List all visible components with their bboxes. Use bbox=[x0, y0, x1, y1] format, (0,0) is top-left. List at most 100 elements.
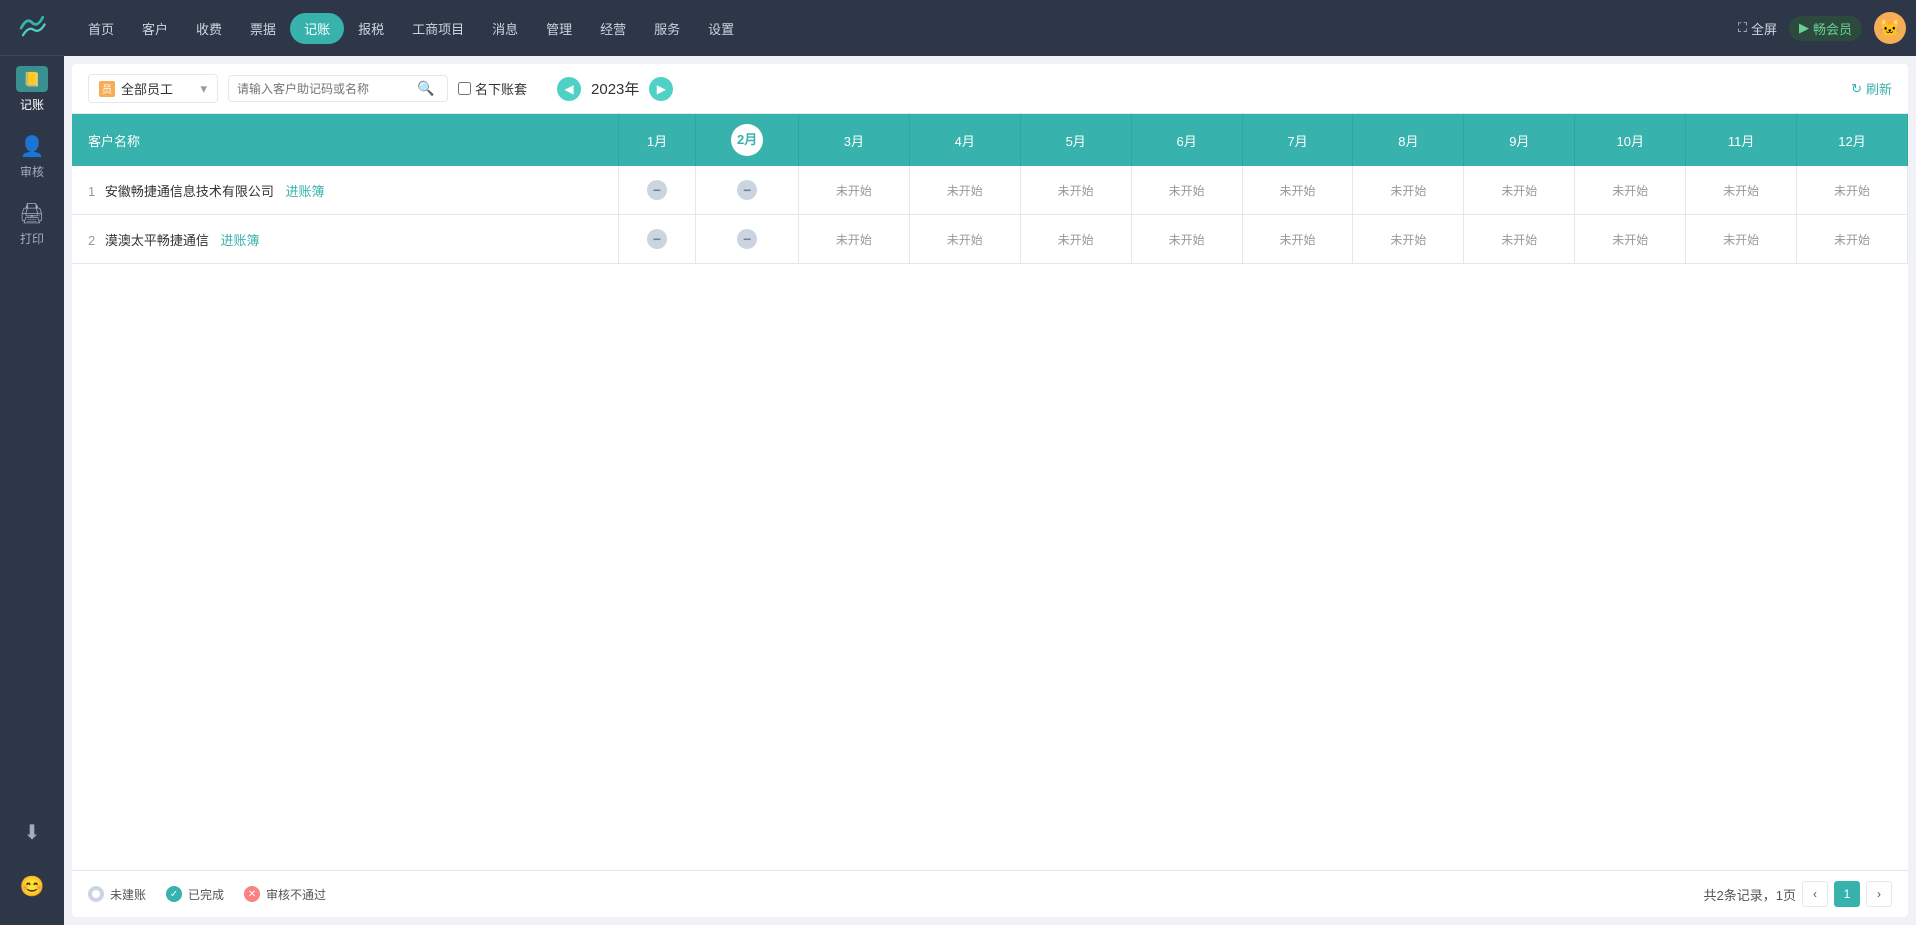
status-not-started: 未开始 bbox=[1058, 233, 1094, 247]
status-not-started: 未开始 bbox=[1279, 184, 1315, 198]
nav-accounting[interactable]: 记账 bbox=[290, 13, 344, 44]
sidebar-item-print[interactable]: 🖨 打印 bbox=[0, 190, 64, 257]
search-button[interactable]: 🔍 bbox=[417, 80, 434, 97]
nav-customer[interactable]: 客户 bbox=[128, 13, 182, 44]
table-header-row: 客户名称 1月 2月 3月 4月 5月 6月 7月 8月 9月 10月 11月 bbox=[72, 114, 1908, 166]
nav-operations[interactable]: 经营 bbox=[586, 13, 640, 44]
nav-right: ⛶ 全屏 ▶ 畅会员 🐱 bbox=[1738, 12, 1906, 44]
status-not-started: 未开始 bbox=[1169, 184, 1205, 198]
month-cell-8: 未开始 bbox=[1353, 166, 1464, 215]
legend-not-created-label: 未建账 bbox=[110, 886, 146, 903]
status-not-started: 未开始 bbox=[1390, 184, 1426, 198]
sidebar-logo bbox=[0, 0, 64, 56]
status-not-started: 未开始 bbox=[836, 184, 872, 198]
nav-management[interactable]: 管理 bbox=[532, 13, 586, 44]
chevron-down-icon: ▾ bbox=[200, 81, 207, 97]
search-wrap: 🔍 bbox=[228, 75, 448, 102]
legend-not-created: 未建账 bbox=[88, 886, 146, 903]
nav-tax[interactable]: 报税 bbox=[344, 13, 398, 44]
fullscreen-icon: ⛶ bbox=[1738, 20, 1747, 36]
nav-invoice[interactable]: 票据 bbox=[236, 13, 290, 44]
under-name-checkbox[interactable] bbox=[458, 82, 471, 95]
year-prev-button[interactable]: ◀ bbox=[557, 77, 581, 101]
nav-business[interactable]: 工商项目 bbox=[398, 13, 478, 44]
enter-ledger-link[interactable]: 进账簿 bbox=[221, 233, 260, 248]
status-not-started: 未开始 bbox=[1058, 184, 1094, 198]
total-text: 共2条记录，1页 bbox=[1704, 885, 1796, 904]
next-page-button[interactable]: › bbox=[1866, 881, 1892, 907]
page-1-button[interactable]: 1 bbox=[1834, 881, 1860, 907]
refresh-button[interactable]: ↻ 刷新 bbox=[1851, 79, 1892, 98]
nav-messages[interactable]: 消息 bbox=[478, 13, 532, 44]
month-cell-12: 未开始 bbox=[1797, 215, 1908, 264]
employee-select[interactable]: 员 全部员工 ▾ bbox=[88, 74, 218, 103]
table-body: 1 安徽畅捷通信息技术有限公司 进账簿−−未开始未开始未开始未开始未开始未开始未… bbox=[72, 166, 1908, 264]
col-header-feb: 2月 bbox=[696, 114, 799, 166]
legend-completed-label: 已完成 bbox=[188, 886, 224, 903]
sidebar-item-support[interactable]: 😊 bbox=[16, 863, 48, 909]
status-not-started: 未开始 bbox=[1834, 233, 1870, 247]
download-icon: ⬇ bbox=[16, 819, 48, 845]
search-input[interactable] bbox=[237, 82, 417, 96]
customer-name: 漠澳太平畅捷通信 bbox=[105, 233, 209, 248]
legend-dot-teal: ✓ bbox=[166, 886, 182, 902]
main-table: 客户名称 1月 2月 3月 4月 5月 6月 7月 8月 9月 10月 11月 bbox=[72, 114, 1908, 264]
col-header-aug: 8月 bbox=[1353, 114, 1464, 166]
enter-ledger-link[interactable]: 进账簿 bbox=[286, 184, 325, 199]
fullscreen-button[interactable]: ⛶ 全屏 bbox=[1738, 19, 1777, 38]
fullscreen-label: 全屏 bbox=[1751, 19, 1777, 38]
month-cell-4: 未开始 bbox=[909, 215, 1020, 264]
prev-page-button[interactable]: ‹ bbox=[1802, 881, 1828, 907]
status-not-started: 未开始 bbox=[1612, 184, 1648, 198]
month-cell-7: 未开始 bbox=[1242, 166, 1353, 215]
avatar[interactable]: 🐱 bbox=[1874, 12, 1906, 44]
month-cell-1: − bbox=[618, 166, 696, 215]
row-index: 2 bbox=[88, 233, 95, 248]
status-not-started: 未开始 bbox=[1723, 184, 1759, 198]
month-cell-4: 未开始 bbox=[909, 166, 1020, 215]
col-header-dec: 12月 bbox=[1797, 114, 1908, 166]
year-nav: ◀ 2023年 ▶ bbox=[557, 77, 673, 101]
vip-button[interactable]: ▶ 畅会员 bbox=[1789, 16, 1862, 41]
top-nav: 首页 客户 收费 票据 记账 报税 工商项目 消息 管理 经营 服务 设置 ⛶ … bbox=[64, 0, 1916, 56]
nav-home[interactable]: 首页 bbox=[74, 13, 128, 44]
under-name-checkbox-label[interactable]: 名下账套 bbox=[458, 79, 527, 98]
vip-icon: ▶ bbox=[1799, 20, 1809, 36]
month-cell-10: 未开始 bbox=[1575, 166, 1686, 215]
status-not-started: 未开始 bbox=[1612, 233, 1648, 247]
refresh-icon: ↻ bbox=[1851, 81, 1862, 97]
employee-label: 全部员工 bbox=[121, 79, 173, 98]
status-minus-icon: − bbox=[737, 229, 757, 249]
col-header-nov: 11月 bbox=[1686, 114, 1797, 166]
sidebar: 📒 记账 👤 审核 🖨 打印 ⬇ 😊 bbox=[0, 0, 64, 925]
col-header-may: 5月 bbox=[1020, 114, 1131, 166]
sidebar-item-audit[interactable]: 👤 审核 bbox=[0, 123, 64, 190]
status-not-started: 未开始 bbox=[947, 233, 983, 247]
legend-dot-grey bbox=[88, 886, 104, 902]
status-minus-icon: − bbox=[647, 180, 667, 200]
month-cell-10: 未开始 bbox=[1575, 215, 1686, 264]
year-next-button[interactable]: ▶ bbox=[649, 77, 673, 101]
col-header-oct: 10月 bbox=[1575, 114, 1686, 166]
status-not-started: 未开始 bbox=[836, 233, 872, 247]
sidebar-item-accounting[interactable]: 📒 记账 bbox=[0, 56, 64, 123]
nav-settings[interactable]: 设置 bbox=[694, 13, 748, 44]
status-not-started: 未开始 bbox=[1501, 184, 1537, 198]
sidebar-item-download[interactable]: ⬇ bbox=[16, 809, 48, 855]
nav-services[interactable]: 服务 bbox=[640, 13, 694, 44]
col-header-name: 客户名称 bbox=[72, 114, 618, 166]
footer: 未建账 ✓ 已完成 ✕ 审核不通过 共2条记录，1页 ‹ 1 › bbox=[72, 870, 1908, 917]
nav-billing[interactable]: 收费 bbox=[182, 13, 236, 44]
status-not-started: 未开始 bbox=[1390, 233, 1426, 247]
month-cell-11: 未开始 bbox=[1686, 215, 1797, 264]
year-label: 2023年 bbox=[591, 78, 639, 99]
month-cell-9: 未开始 bbox=[1464, 166, 1575, 215]
pagination: 共2条记录，1页 ‹ 1 › bbox=[1704, 881, 1892, 907]
table-row: 1 安徽畅捷通信息技术有限公司 进账簿−−未开始未开始未开始未开始未开始未开始未… bbox=[72, 166, 1908, 215]
status-not-started: 未开始 bbox=[1169, 233, 1205, 247]
active-month-circle: 2月 bbox=[731, 124, 763, 156]
legend-rejected: ✕ 审核不通过 bbox=[244, 886, 326, 903]
month-cell-3: 未开始 bbox=[798, 215, 909, 264]
month-cell-12: 未开始 bbox=[1797, 166, 1908, 215]
legend-completed: ✓ 已完成 bbox=[166, 886, 224, 903]
